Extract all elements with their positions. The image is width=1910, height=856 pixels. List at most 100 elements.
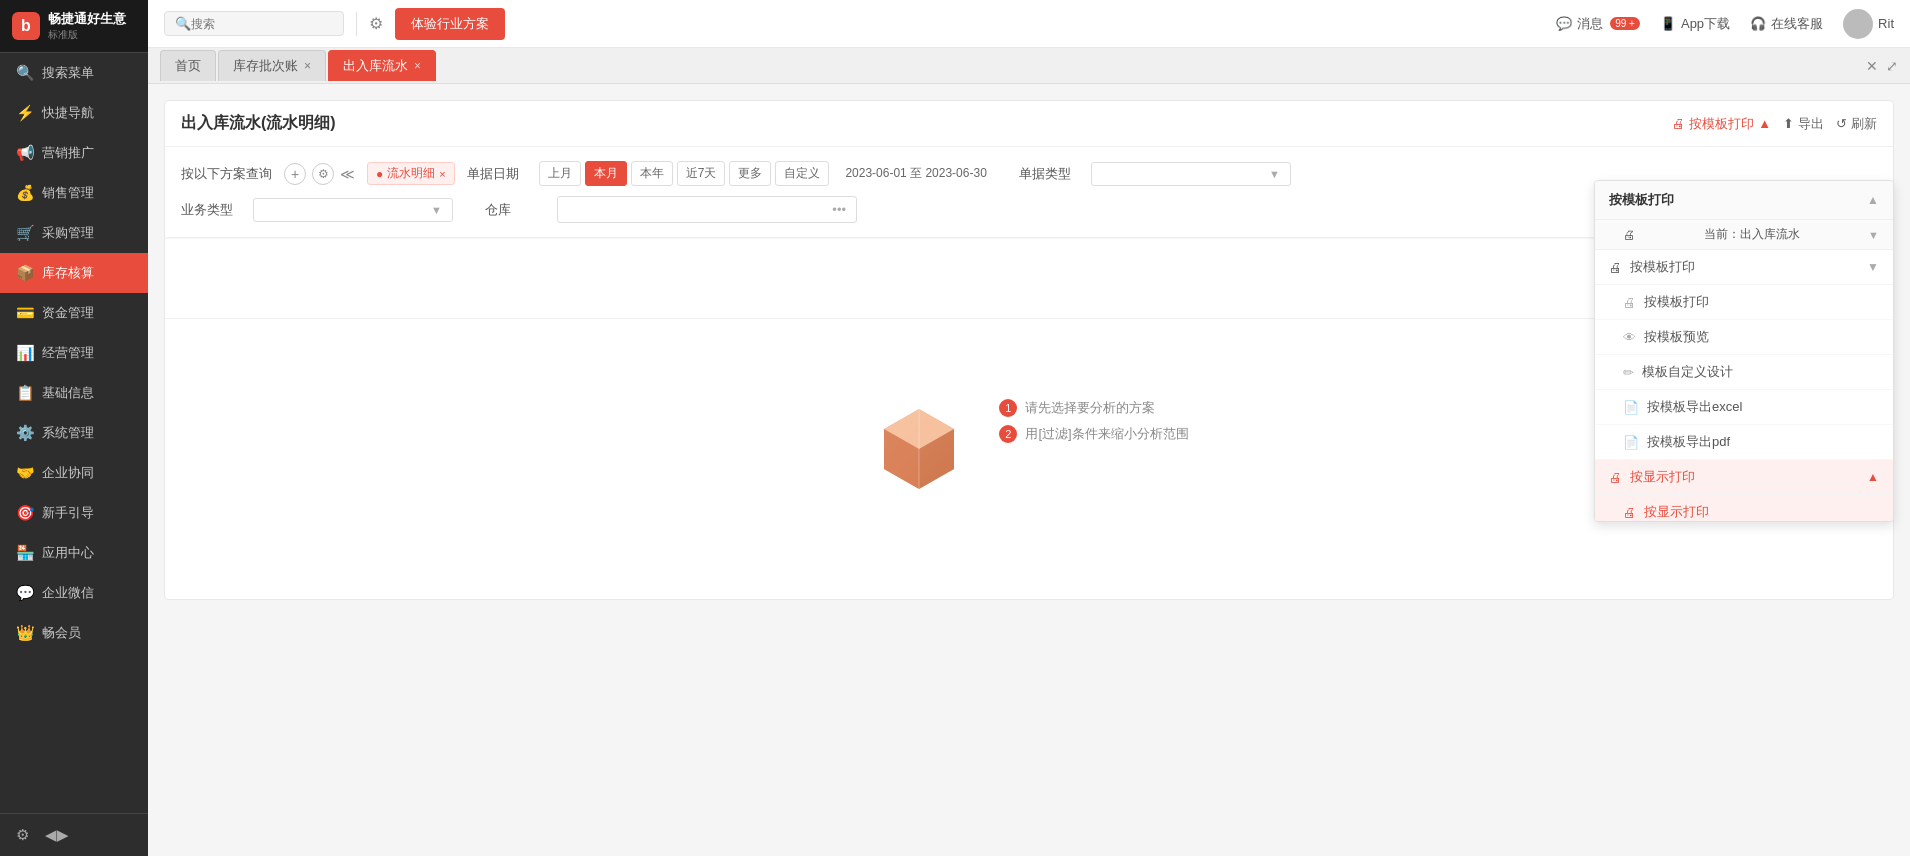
sidebar-item-sales[interactable]: 💰 销售管理 bbox=[0, 173, 148, 213]
message-icon: 💬 bbox=[1556, 16, 1572, 31]
empty-step-1: 1 请先选择要分析的方案 bbox=[999, 399, 1188, 417]
sidebar-settings-icon[interactable]: ⚙ bbox=[16, 826, 29, 844]
dropdown-title: 按模板打印 bbox=[1609, 191, 1674, 209]
date-btn-custom[interactable]: 自定义 bbox=[775, 161, 829, 186]
topbar-gear-icon[interactable]: ⚙ bbox=[369, 14, 383, 33]
date-btn-last-month[interactable]: 上月 bbox=[539, 161, 581, 186]
warehouse-select[interactable]: ••• bbox=[557, 196, 857, 223]
dropdown-header-arrow[interactable]: ▲ bbox=[1867, 193, 1879, 207]
main-area: 🔍 ⚙ 体验行业方案 💬 消息 99 + 📱 App下载 🎧 在线客服 Rit bbox=[148, 0, 1910, 856]
sidebar-icon-finance: 💳 bbox=[16, 304, 34, 322]
print-action[interactable]: 🖨 按模板打印 ▲ bbox=[1672, 115, 1771, 133]
window-close-icon[interactable]: ✕ bbox=[1866, 58, 1878, 74]
dropdown-item-template-print[interactable]: 🖨 按模板打印 bbox=[1595, 285, 1893, 320]
item-template-excel-label: 按模板导出excel bbox=[1647, 398, 1742, 416]
tab-batch-account-label: 库存批次账 bbox=[233, 57, 298, 75]
date-btn-more[interactable]: 更多 bbox=[729, 161, 771, 186]
dropdown-item-display-print[interactable]: 🖨 按显示打印 bbox=[1595, 495, 1893, 521]
template-section-icon: 🖨 bbox=[1609, 260, 1622, 275]
app-download-label: App下载 bbox=[1681, 15, 1730, 33]
app-logo-icon: b bbox=[12, 12, 40, 40]
dropdown-item-template-custom[interactable]: ✏ 模板自定义设计 bbox=[1595, 355, 1893, 390]
current-label: 当前：出入库流水 bbox=[1704, 226, 1800, 243]
print-label: 按模板打印 bbox=[1689, 115, 1754, 133]
template-section-arrow: ▼ bbox=[1867, 260, 1879, 274]
biz-type-select[interactable]: ▼ bbox=[253, 198, 453, 222]
messages-action[interactable]: 💬 消息 99 + bbox=[1556, 15, 1640, 33]
type-select[interactable]: ▼ bbox=[1091, 162, 1291, 186]
search-input[interactable] bbox=[191, 17, 331, 31]
tab-batch-account-close[interactable]: × bbox=[304, 59, 311, 73]
sidebar-collapse-icon[interactable]: ◀▶ bbox=[45, 826, 69, 844]
user-profile-action[interactable]: Rit bbox=[1843, 9, 1894, 39]
filter-settings-button[interactable]: ⚙ bbox=[312, 163, 334, 185]
sidebar-icon-operations: 📊 bbox=[16, 344, 34, 362]
export-action[interactable]: ⬆ 导出 bbox=[1783, 115, 1824, 133]
export-icon: ⬆ bbox=[1783, 116, 1794, 131]
search-icon: 🔍 bbox=[175, 16, 191, 31]
sidebar-item-basic[interactable]: 📋 基础信息 bbox=[0, 373, 148, 413]
online-service-action[interactable]: 🎧 在线客服 bbox=[1750, 15, 1823, 33]
item-print-icon: 🖨 bbox=[1623, 295, 1636, 310]
sidebar-item-operations[interactable]: 📊 经营管理 bbox=[0, 333, 148, 373]
type-label: 单据类型 bbox=[1019, 165, 1079, 183]
dropdown-current-badge[interactable]: 🖨 当前：出入库流水 ▼ bbox=[1595, 220, 1893, 250]
export-label: 导出 bbox=[1798, 115, 1824, 133]
tab-inout-flow[interactable]: 出入库流水 × bbox=[328, 50, 436, 81]
sidebar-label-vip: 畅会员 bbox=[42, 624, 81, 642]
dropdown-section-display[interactable]: 🖨 按显示打印 ▲ bbox=[1595, 460, 1893, 495]
sidebar-label-cooperation: 企业协同 bbox=[42, 464, 94, 482]
app-name: 畅捷通好生意 bbox=[48, 10, 126, 28]
tab-home[interactable]: 首页 bbox=[160, 50, 216, 81]
dropdown-header: 按模板打印 ▲ bbox=[1595, 181, 1893, 220]
topbar-search-box[interactable]: 🔍 bbox=[164, 11, 344, 36]
sidebar-item-quick-nav[interactable]: ⚡ 快捷导航 bbox=[0, 93, 148, 133]
tab-inout-flow-close[interactable]: × bbox=[414, 59, 421, 73]
sidebar-item-guide[interactable]: 🎯 新手引导 bbox=[0, 493, 148, 533]
date-btn-current-month[interactable]: 本月 bbox=[585, 161, 627, 186]
item-pdf-icon: 📄 bbox=[1623, 435, 1639, 450]
item-custom-icon: ✏ bbox=[1623, 365, 1634, 380]
sidebar-item-marketing[interactable]: 📢 营销推广 bbox=[0, 133, 148, 173]
current-icon: 🖨 bbox=[1623, 228, 1635, 242]
sidebar-label-purchase: 采购管理 bbox=[42, 224, 94, 242]
sidebar-item-finance[interactable]: 💳 资金管理 bbox=[0, 293, 148, 333]
active-filter-badge: ● 流水明细 × bbox=[367, 162, 455, 185]
sidebar-footer: ⚙ ◀▶ bbox=[0, 813, 148, 856]
sidebar-label-quick-nav: 快捷导航 bbox=[42, 104, 94, 122]
sidebar-item-wechat[interactable]: 💬 企业微信 bbox=[0, 573, 148, 613]
item-display-print-label: 按显示打印 bbox=[1644, 503, 1709, 521]
print-dropdown-arrow[interactable]: ▲ bbox=[1758, 116, 1771, 131]
sidebar-icon-purchase: 🛒 bbox=[16, 224, 34, 242]
date-label: 单据日期 bbox=[467, 165, 527, 183]
sidebar-item-app-center[interactable]: 🏪 应用中心 bbox=[0, 533, 148, 573]
active-filter-close[interactable]: × bbox=[439, 168, 445, 180]
dropdown-item-template-preview[interactable]: 👁 按模板预览 bbox=[1595, 320, 1893, 355]
sidebar-item-cooperation[interactable]: 🤝 企业协同 bbox=[0, 453, 148, 493]
step1-num: 1 bbox=[999, 399, 1017, 417]
dropdown-item-template-excel[interactable]: 📄 按模板导出excel bbox=[1595, 390, 1893, 425]
sidebar-item-inventory[interactable]: 📦 库存核算 bbox=[0, 253, 148, 293]
dropdown-item-template-pdf[interactable]: 📄 按模板导出pdf bbox=[1595, 425, 1893, 460]
tab-batch-account[interactable]: 库存批次账 × bbox=[218, 50, 326, 81]
date-btn-last-7[interactable]: 近7天 bbox=[677, 161, 726, 186]
refresh-icon: ↺ bbox=[1836, 116, 1847, 131]
user-avatar bbox=[1843, 9, 1873, 39]
sidebar-icon-wechat: 💬 bbox=[16, 584, 34, 602]
sidebar-item-system[interactable]: ⚙️ 系统管理 bbox=[0, 413, 148, 453]
sidebar-label-marketing: 营销推广 bbox=[42, 144, 94, 162]
dropdown-section-template[interactable]: 🖨 按模板打印 ▼ bbox=[1595, 250, 1893, 285]
step2-text: 用[过滤]条件来缩小分析范围 bbox=[1025, 425, 1188, 443]
filter-add-button[interactable]: + bbox=[284, 163, 306, 185]
sidebar-item-purchase[interactable]: 🛒 采购管理 bbox=[0, 213, 148, 253]
date-btn-current-year[interactable]: 本年 bbox=[631, 161, 673, 186]
window-expand-icon[interactable]: ⤢ bbox=[1886, 58, 1898, 74]
template-section-label: 按模板打印 bbox=[1630, 258, 1695, 276]
industry-solution-button[interactable]: 体验行业方案 bbox=[395, 8, 505, 40]
app-download-action[interactable]: 📱 App下载 bbox=[1660, 15, 1730, 33]
refresh-action[interactable]: ↺ 刷新 bbox=[1836, 115, 1877, 133]
sidebar-item-search[interactable]: 🔍 搜索菜单 bbox=[0, 53, 148, 93]
filter-collapse-button[interactable]: ≪ bbox=[340, 166, 355, 182]
biz-type-select-arrow: ▼ bbox=[431, 204, 442, 216]
sidebar-item-vip[interactable]: 👑 畅会员 bbox=[0, 613, 148, 653]
